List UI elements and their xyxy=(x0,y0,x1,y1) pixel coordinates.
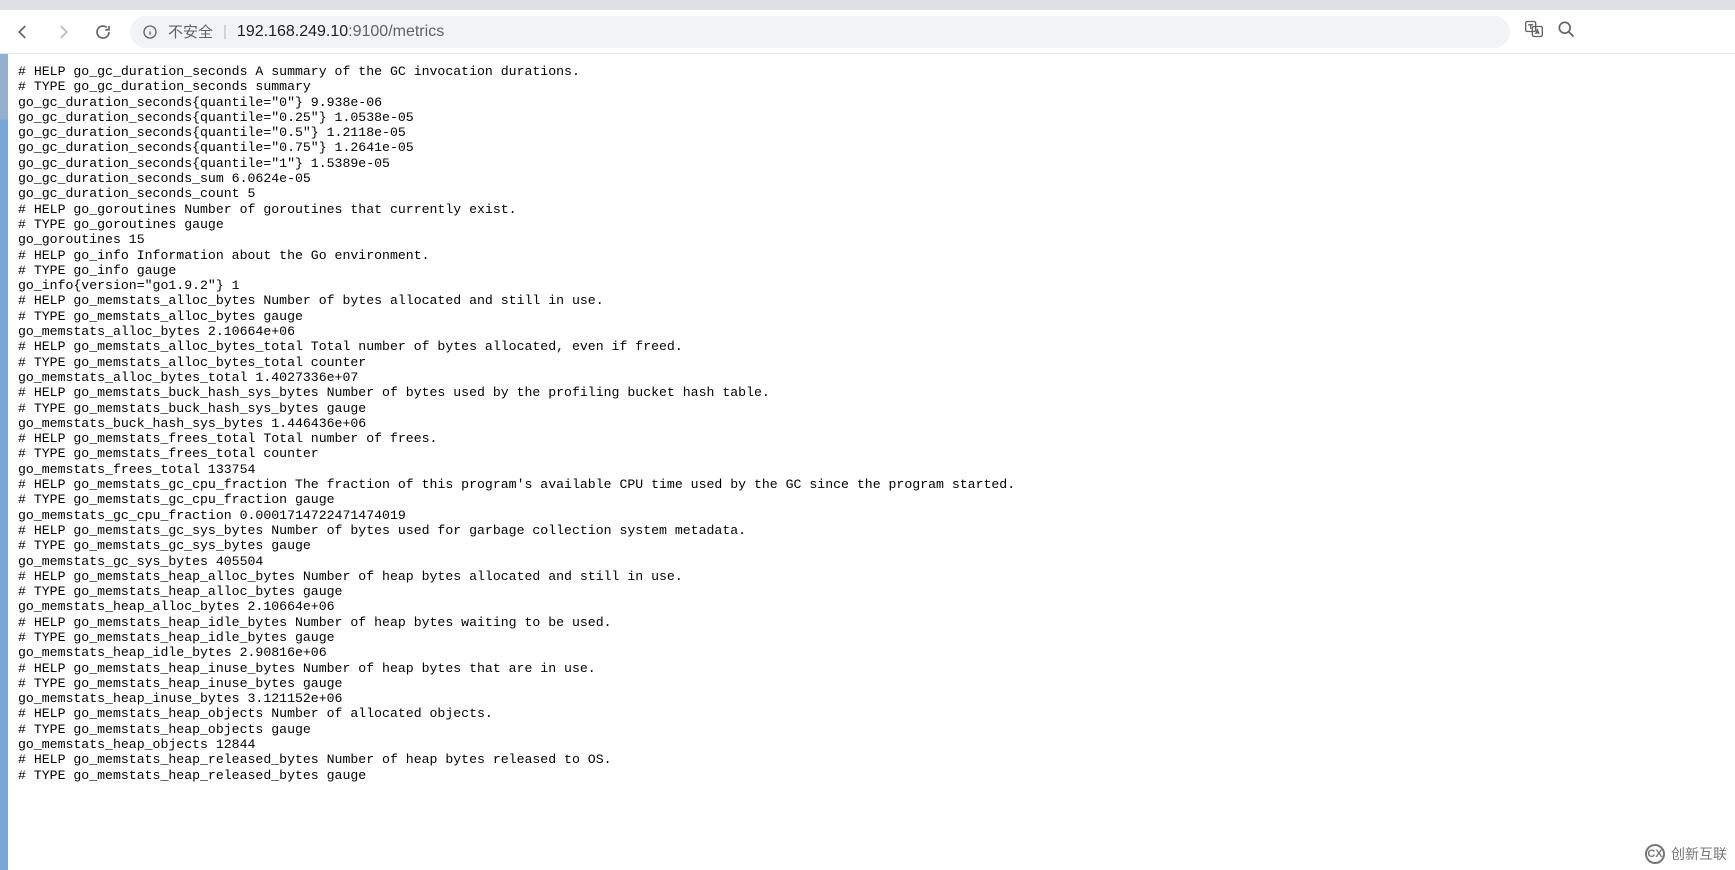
left-strip xyxy=(0,54,8,870)
tab-strip xyxy=(0,0,1735,10)
url-text: 192.168.249.10:9100/metrics xyxy=(237,23,444,41)
address-bar[interactable]: 不安全 | 192.168.249.10:9100/metrics xyxy=(130,16,1510,48)
browser-toolbar: 不安全 | 192.168.249.10:9100/metrics xyxy=(0,10,1735,54)
watermark-text: 创新互联 xyxy=(1671,844,1727,864)
insecure-label: 不安全 xyxy=(168,21,213,42)
back-button[interactable] xyxy=(10,19,36,45)
reload-button[interactable] xyxy=(90,19,116,45)
zoom-icon[interactable] xyxy=(1556,19,1576,44)
watermark: CX 创新互联 xyxy=(1645,844,1727,864)
site-info-icon[interactable] xyxy=(142,24,158,40)
metrics-output: # HELP go_gc_duration_seconds A summary … xyxy=(0,54,1735,783)
watermark-logo-icon: CX xyxy=(1645,844,1665,864)
translate-icon[interactable] xyxy=(1524,19,1544,44)
forward-button[interactable] xyxy=(50,19,76,45)
separator: | xyxy=(223,23,227,40)
